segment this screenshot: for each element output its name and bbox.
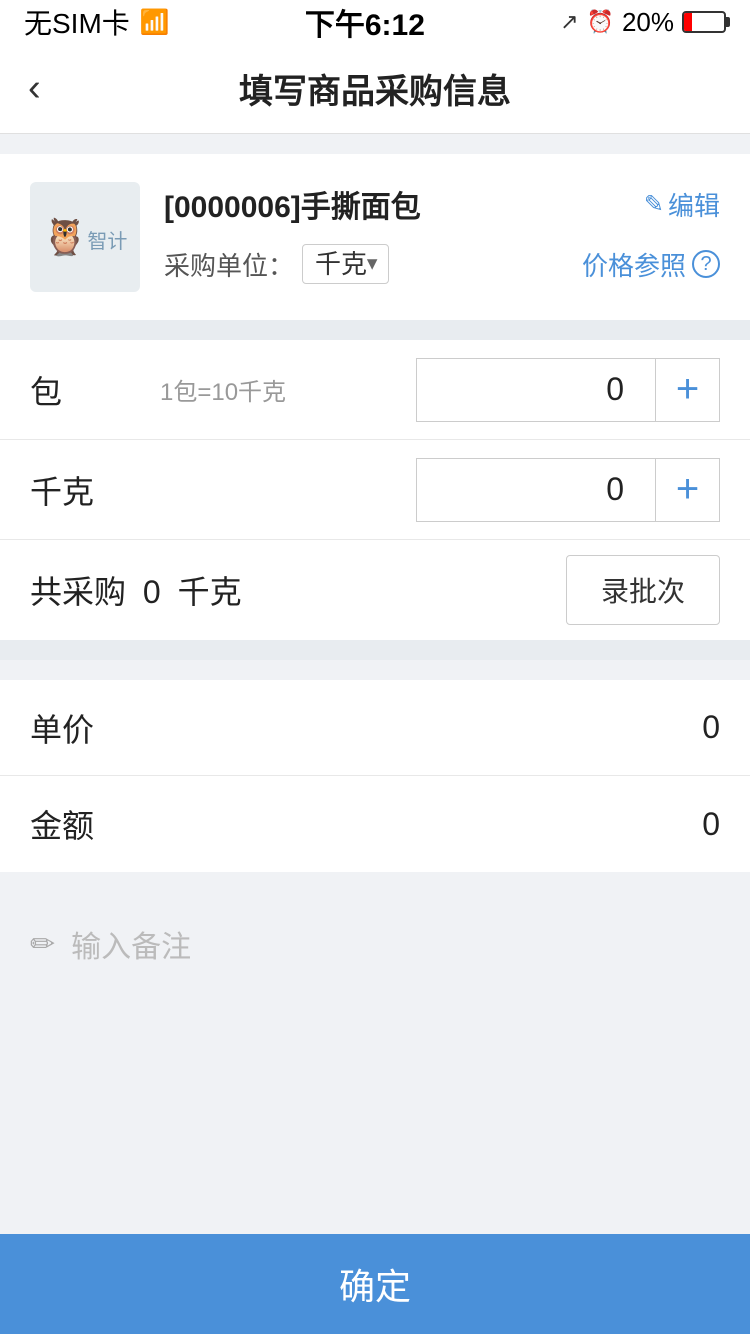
status-right: ↗ ⏰ 20%: [560, 7, 726, 38]
kg-input-row: 千克 +: [0, 440, 750, 540]
product-card: 🦉 智计 [0000006]手撕面包 ✎ 编辑 采购单位： 千克 价格参照 ?: [0, 154, 750, 320]
product-logo-text: 智计: [87, 225, 127, 254]
status-left: 无SIM卡 📶: [24, 2, 170, 42]
remarks-section[interactable]: ✏ 输入备注: [0, 892, 750, 1012]
unit-price-row: 单价 0: [0, 680, 750, 776]
wifi-icon: 📶: [140, 8, 170, 37]
page-title: 填写商品采购信息: [239, 64, 511, 113]
kg-quantity-input[interactable]: [416, 458, 656, 522]
summary-text: 共采购 0 千克: [30, 567, 242, 613]
unit-price-label: 单价: [30, 705, 94, 751]
kg-plus-button[interactable]: +: [656, 458, 720, 522]
bao-input-right: +: [416, 358, 720, 422]
product-logo: 🦉: [43, 219, 88, 255]
battery-icon: [682, 11, 726, 33]
status-time: 下午6:12: [305, 0, 425, 44]
unit-price-value: 0: [702, 709, 720, 746]
pencil-icon: ✏: [30, 927, 55, 962]
price-ref-label: 价格参照: [582, 246, 686, 283]
amount-value: 0: [702, 806, 720, 843]
product-name-row: [0000006]手撕面包 ✎ 编辑: [164, 182, 720, 226]
record-batch-button[interactable]: 录批次: [566, 555, 720, 625]
product-info: [0000006]手撕面包 ✎ 编辑 采购单位： 千克 价格参照 ?: [164, 182, 720, 284]
confirm-button-label: 确定: [339, 1258, 411, 1310]
confirm-button-area[interactable]: 确定: [0, 1234, 750, 1334]
back-button[interactable]: ‹: [28, 67, 41, 110]
summary-amount: 0: [143, 574, 161, 610]
amount-row: 金额 0: [0, 776, 750, 872]
summary-unit: 千克: [178, 574, 242, 610]
kg-input-right: +: [416, 458, 720, 522]
price-section: 单价 0 金额 0: [0, 680, 750, 872]
product-unit-row: 采购单位： 千克 价格参照 ?: [164, 244, 720, 284]
remarks-placeholder: 输入备注: [71, 922, 191, 966]
summary-prefix: 共采购: [30, 574, 126, 610]
edit-button[interactable]: ✎ 编辑: [644, 186, 720, 223]
carrier-text: 无SIM卡: [24, 2, 130, 42]
product-full-name: [0000006]手撕面包: [164, 182, 421, 226]
bao-input-row: 包 1包=10千克 +: [0, 340, 750, 440]
battery-percent: 20%: [622, 7, 674, 38]
status-bar: 无SIM卡 📶 下午6:12 ↗ ⏰ 20%: [0, 0, 750, 44]
input-section: 包 1包=10千克 + 千克 +: [0, 340, 750, 540]
edit-label: 编辑: [668, 186, 720, 223]
section-divider-1: [0, 320, 750, 340]
unit-select-wrapper[interactable]: 千克: [302, 244, 389, 284]
unit-select[interactable]: 千克: [302, 244, 389, 284]
price-ref-button[interactable]: 价格参照 ?: [582, 246, 720, 283]
bao-quantity-input[interactable]: [416, 358, 656, 422]
bao-label: 包: [30, 367, 150, 413]
kg-label: 千克: [30, 467, 150, 513]
product-thumbnail: 🦉 智计: [30, 182, 140, 292]
remarks-input-row: ✏ 输入备注: [30, 922, 720, 966]
edit-icon: ✎: [644, 190, 664, 219]
summary-row: 共采购 0 千克 录批次: [0, 540, 750, 640]
bao-sublabel: 1包=10千克: [160, 372, 286, 407]
unit-label-text: 采购单位：: [164, 246, 294, 283]
alarm-icon: ⏰: [587, 9, 614, 35]
section-divider-2: [0, 640, 750, 660]
amount-label: 金额: [30, 801, 94, 847]
help-icon: ?: [692, 250, 720, 278]
gps-icon: ↗: [560, 9, 578, 35]
nav-bar: ‹ 填写商品采购信息: [0, 44, 750, 134]
bao-plus-button[interactable]: +: [656, 358, 720, 422]
unit-label: 采购单位： 千克: [164, 244, 389, 284]
